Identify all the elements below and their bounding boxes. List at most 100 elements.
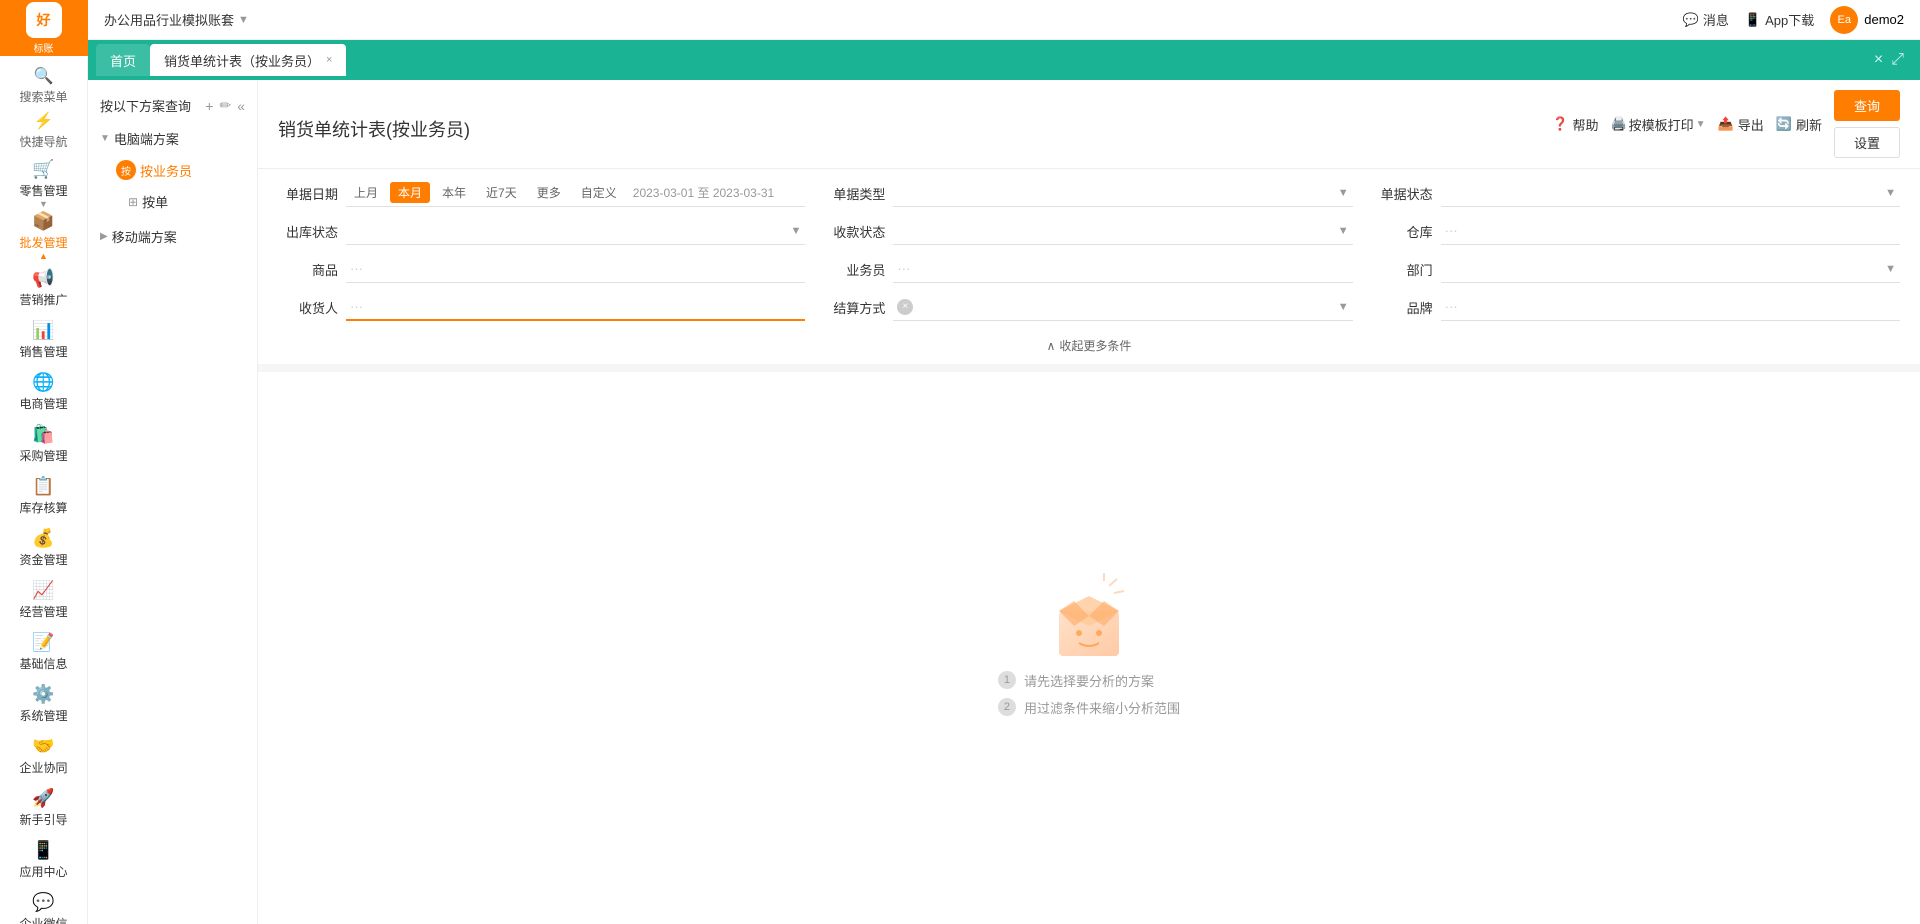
collapse-panel-button[interactable]: « [237,98,245,114]
salesman-input[interactable]: ··· [893,255,1352,283]
basic-icon: 📝 [32,632,54,653]
topbar-title: 办公用品行业模拟账套 ▼ [104,10,1671,29]
sidebar-item-apps[interactable]: 📱 应用中心 [0,834,87,886]
sidebar-item-retail[interactable]: 🛒 零售管理 ▼ [0,158,87,210]
date-option-this-year[interactable]: 本年 [434,182,474,203]
empty-state: 1 请先选择要分析的方案 2 用过滤条件来缩小分析范围 [258,372,1920,924]
quick-nav-button[interactable]: ⚡ 快捷导航 [19,111,67,150]
outbound-label: 出库状态 [278,222,338,241]
filter-area: 单据日期 上月 本月 本年 近7天 更多 自定义 2023-03-01 至 20… [258,169,1920,364]
edit-scheme-button[interactable]: ✏ [219,97,231,114]
settlement-dropdown[interactable]: × ▼ [893,293,1352,321]
topbar-dropdown-icon[interactable]: ▼ [238,14,249,26]
sidebar-item-ecommerce[interactable]: 🌐 电商管理 [0,366,87,418]
consignee-input[interactable]: ··· [346,293,805,321]
collapse-button[interactable]: ∧ 收起更多条件 [1047,337,1132,354]
type-label: 单据类型 [825,184,885,203]
tab-report[interactable]: 销货单统计表（按业务员） × [150,44,346,76]
sidebar-logo[interactable]: 好 标账 [0,0,88,56]
system-label: 系统管理 [19,707,67,724]
refresh-button[interactable]: 🔄 刷新 [1776,115,1822,134]
type-dropdown[interactable]: ▼ [893,179,1352,207]
filter-salesman: 业务员 ··· [825,255,1352,283]
filter-goods: 商品 ··· [278,255,805,283]
date-option-custom[interactable]: 自定义 [573,182,625,203]
ecommerce-label: 电商管理 [19,395,67,412]
status-label: 单据状态 [1373,184,1433,203]
tab-report-label: 销货单统计表（按业务员） [164,51,320,70]
department-dropdown[interactable]: ▼ [1441,255,1900,283]
scheme-group-desktop-header[interactable]: ▼ 电脑端方案 [88,123,257,154]
operation-icon: 📈 [32,580,54,601]
filter-settlement: 结算方式 × ▼ [825,293,1352,321]
refresh-icon: 🔄 [1776,116,1792,132]
search-menu-button[interactable]: 🔍 搜索菜单 [19,66,67,105]
sidebar-item-marketing[interactable]: 📢 营销推广 [0,262,87,314]
status-dropdown-arrow: ▼ [1885,187,1896,199]
date-option-more[interactable]: 更多 [529,182,569,203]
right-panel: 销货单统计表(按业务员) ❓ 帮助 🖨️ 按模板打印 ▼ 📤 [258,80,1920,924]
warehouse-input[interactable]: ··· [1441,217,1900,245]
query-button[interactable]: 查询 [1834,90,1900,121]
sidebar-item-enterprise[interactable]: 🤝 企业协同 [0,730,87,782]
tab-close-all-button[interactable]: × [1874,51,1883,69]
status-dropdown[interactable]: ▼ [1441,179,1900,207]
settlement-clear-button[interactable]: × [897,299,913,315]
date-option-7days[interactable]: 近7天 [478,182,525,203]
retail-label: 零售管理 [19,182,67,199]
brand-label: 品牌 [1373,298,1433,317]
goods-label: 商品 [278,260,338,279]
left-panel-title: 按以下方案查询 [100,96,191,115]
basic-label: 基础信息 [19,655,67,672]
sidebar-item-system[interactable]: ⚙️ 系统管理 [0,678,87,730]
step-num-1: 1 [998,671,1016,689]
enterprise-label: 企业协同 [19,759,67,776]
setting-button[interactable]: 设置 [1834,127,1900,158]
scheme-group-mobile-header[interactable]: ▶ 移动端方案 [88,221,257,252]
tab-close-button[interactable]: × [326,54,332,66]
avatar: Ea [1830,6,1858,34]
message-button[interactable]: 💬 消息 [1683,10,1729,29]
goods-input[interactable]: ··· [346,255,805,283]
type-dropdown-arrow: ▼ [1338,187,1349,199]
app-download-button[interactable]: 📱 App下载 [1745,10,1814,29]
sidebar-item-purchase[interactable]: 🛍️ 采购管理 [0,418,87,470]
sidebar-item-wholesale[interactable]: 📦 批发管理 ▲ [0,210,87,262]
payment-label: 收款状态 [825,222,885,241]
purchase-label: 采购管理 [19,447,67,464]
search-label: 搜索菜单 [19,88,67,105]
help-button[interactable]: ❓ 帮助 [1552,115,1598,134]
sidebar-item-finance[interactable]: 💰 资金管理 [0,522,87,574]
sidebar-item-sales[interactable]: 📊 销售管理 [0,314,87,366]
tab-maximize-button[interactable]: ⤢ [1891,51,1904,69]
export-button[interactable]: 📤 导出 [1718,115,1764,134]
filter-payment: 收款状态 ▼ [825,217,1352,245]
sidebar-item-wechat[interactable]: 💬 企业微信 [0,886,87,924]
date-option-this-month[interactable]: 本月 [390,182,430,203]
user-menu[interactable]: Ea demo2 [1830,6,1904,34]
enterprise-icon: 🤝 [32,736,54,757]
scheme-sub-order[interactable]: ⊞ 按单 [88,186,257,217]
apps-label: 应用中心 [19,863,67,880]
consignee-dots: ··· [350,299,363,314]
print-button[interactable]: 🖨️ 按模板打印 ▼ [1610,115,1705,134]
add-scheme-button[interactable]: + [205,98,213,114]
newbie-icon: 🚀 [32,788,54,809]
department-dropdown-arrow: ▼ [1885,263,1896,275]
scheme-item-salesman[interactable]: 按 按业务员 [88,154,257,186]
sidebar-item-operation[interactable]: 📈 经营管理 [0,574,87,626]
page-title: 销货单统计表(按业务员) [278,116,470,142]
brand-input[interactable]: ··· [1441,293,1900,321]
print-dropdown-icon[interactable]: ▼ [1696,119,1706,130]
wholesale-label: 批发管理 [19,234,67,251]
sidebar-item-newbie[interactable]: 🚀 新手引导 [0,782,87,834]
date-option-last-month[interactable]: 上月 [346,182,386,203]
sidebar-item-basic[interactable]: 📝 基础信息 [0,626,87,678]
outbound-dropdown[interactable]: ▼ [346,217,805,245]
logo-text: 标账 [34,40,54,55]
sidebar-item-inventory[interactable]: 📋 库存核算 [0,470,87,522]
tab-home[interactable]: 首页 [96,44,150,76]
group-expand-arrow: ▼ [100,133,110,144]
payment-dropdown[interactable]: ▼ [893,217,1352,245]
scheme-salesman-label: 按业务员 [140,161,192,180]
